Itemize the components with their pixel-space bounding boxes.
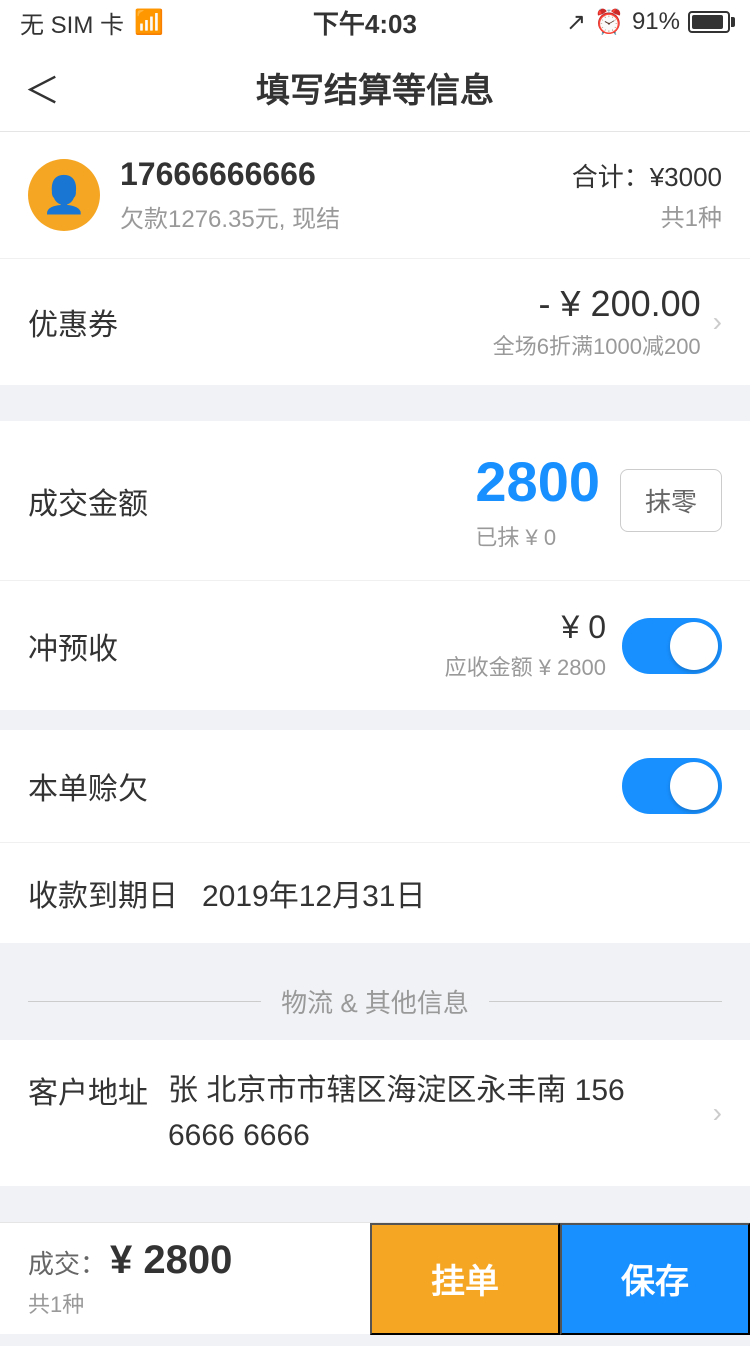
page-title: 填写结算等信息	[256, 63, 494, 112]
coupon-label: 优惠券	[28, 300, 118, 344]
debt-row: 本单赊欠	[0, 730, 750, 843]
customer-row: 👤 17666666666 欠款1276.35元, 现结 合计：¥3000 共1…	[0, 132, 750, 258]
nav-bar: ＜ 填写结算等信息	[0, 44, 750, 132]
prepaid-label: 冲预收	[28, 624, 118, 668]
debt-label: 本单赊欠	[28, 764, 148, 808]
logistics-line-left	[28, 1001, 261, 1002]
customer-section: 👤 17666666666 欠款1276.35元, 现结 合计：¥3000 共1…	[0, 132, 750, 385]
bottom-summary-row: 成交： ¥ 2800	[28, 1238, 342, 1283]
bottom-bar: 成交： ¥ 2800 共1种 挂单 保存	[0, 1222, 750, 1334]
customer-info: 17666666666 欠款1276.35元, 现结	[120, 156, 340, 234]
hang-button[interactable]: 挂单	[370, 1223, 560, 1335]
coupon-desc: 全场6折满1000减200	[493, 329, 701, 361]
customer-left: 👤 17666666666 欠款1276.35元, 现结	[28, 156, 340, 234]
duedate-value: 2019年12月31日	[202, 871, 425, 915]
transaction-amount: 2800	[475, 449, 600, 514]
toggle-knob	[670, 622, 718, 670]
coupon-row[interactable]: 优惠券 - ¥ 200.00 全场6折满1000减200 ›	[0, 258, 750, 385]
prepaid-amount-block: ¥ 0 应收金额 ¥ 2800	[445, 609, 606, 682]
summary-amount: ¥ 2800	[110, 1238, 232, 1283]
save-button[interactable]: 保存	[560, 1223, 750, 1335]
prepaid-sub: 应收金额 ¥ 2800	[445, 650, 606, 682]
section-separator-1	[0, 401, 750, 421]
transaction-row: 成交金额 2800 已抹 ¥ 0 抹零	[0, 421, 750, 581]
debt-section: 本单赊欠 收款到期日 2019年12月31日	[0, 730, 750, 943]
duedate-label: 收款到期日	[28, 871, 178, 915]
transaction-right: 2800 已抹 ¥ 0 抹零	[475, 449, 722, 552]
back-icon: ＜	[24, 70, 60, 111]
prepaid-right: ¥ 0 应收金额 ¥ 2800	[445, 609, 722, 682]
prepaid-amount: ¥ 0	[445, 609, 606, 646]
address-label: 客户地址	[28, 1068, 148, 1112]
logistics-line-right	[489, 1001, 722, 1002]
battery-icon	[688, 11, 730, 33]
section-separator-2	[0, 710, 750, 730]
section-separator-3	[0, 943, 750, 963]
summary-count: 共1种	[28, 1287, 342, 1319]
transaction-label: 成交金额	[28, 479, 148, 523]
logistics-label: 物流 & 其他信息	[281, 983, 469, 1020]
battery-percent: 91%	[632, 8, 680, 36]
duedate-row: 收款到期日 2019年12月31日	[0, 843, 750, 943]
location-icon: ↗	[566, 8, 586, 37]
customer-right: 合计：¥3000 共1种	[572, 157, 722, 233]
transaction-section: 成交金额 2800 已抹 ¥ 0 抹零 冲预收 ¥ 0 应收金额 ¥ 2800	[0, 421, 750, 710]
coupon-right: - ¥ 200.00 全场6折满1000减200 ›	[493, 283, 722, 361]
prepaid-row: 冲预收 ¥ 0 应收金额 ¥ 2800	[0, 581, 750, 710]
address-value: 张 北京市市辖区海淀区永丰南 156 6666 6666	[168, 1068, 693, 1158]
round-zero-button[interactable]: 抹零	[620, 469, 722, 532]
avatar-icon: 👤	[42, 174, 87, 216]
battery-fill	[692, 15, 723, 29]
logistics-header: 物流 & 其他信息	[0, 963, 750, 1040]
customer-phone: 17666666666	[120, 156, 340, 193]
coupon-info: - ¥ 200.00 全场6折满1000减200	[493, 283, 701, 361]
status-left: 无 SIM 卡 📶	[20, 5, 164, 40]
carrier-label: 无 SIM 卡	[20, 5, 124, 40]
wifi-icon: 📶	[134, 8, 164, 37]
debt-toggle-knob	[670, 762, 718, 810]
total-count: 共1种	[572, 198, 722, 233]
alarm-icon: ⏰	[594, 8, 624, 37]
status-bar: 无 SIM 卡 📶 下午4:03 ↗ ⏰ 91%	[0, 0, 750, 44]
summary-chengjiao-label: 成交：	[28, 1244, 106, 1281]
total-label: 合计：¥3000	[572, 157, 722, 194]
status-right: ↗ ⏰ 91%	[566, 8, 730, 37]
debt-toggle[interactable]	[622, 758, 722, 814]
transaction-amount-block: 2800 已抹 ¥ 0	[475, 449, 600, 552]
address-chevron-icon: ›	[713, 1097, 722, 1129]
customer-note: 欠款1276.35元, 现结	[120, 199, 340, 234]
transaction-sub: 已抹 ¥ 0	[475, 520, 600, 552]
status-time: 下午4:03	[313, 4, 417, 41]
avatar: 👤	[28, 159, 100, 231]
prepaid-toggle[interactable]	[622, 618, 722, 674]
coupon-amount: - ¥ 200.00	[493, 283, 701, 325]
back-button[interactable]: ＜	[24, 62, 60, 114]
bottom-summary: 成交： ¥ 2800 共1种	[0, 1238, 370, 1319]
coupon-chevron-icon: ›	[713, 306, 722, 338]
address-row[interactable]: 客户地址 张 北京市市辖区海淀区永丰南 156 6666 6666 ›	[0, 1040, 750, 1186]
